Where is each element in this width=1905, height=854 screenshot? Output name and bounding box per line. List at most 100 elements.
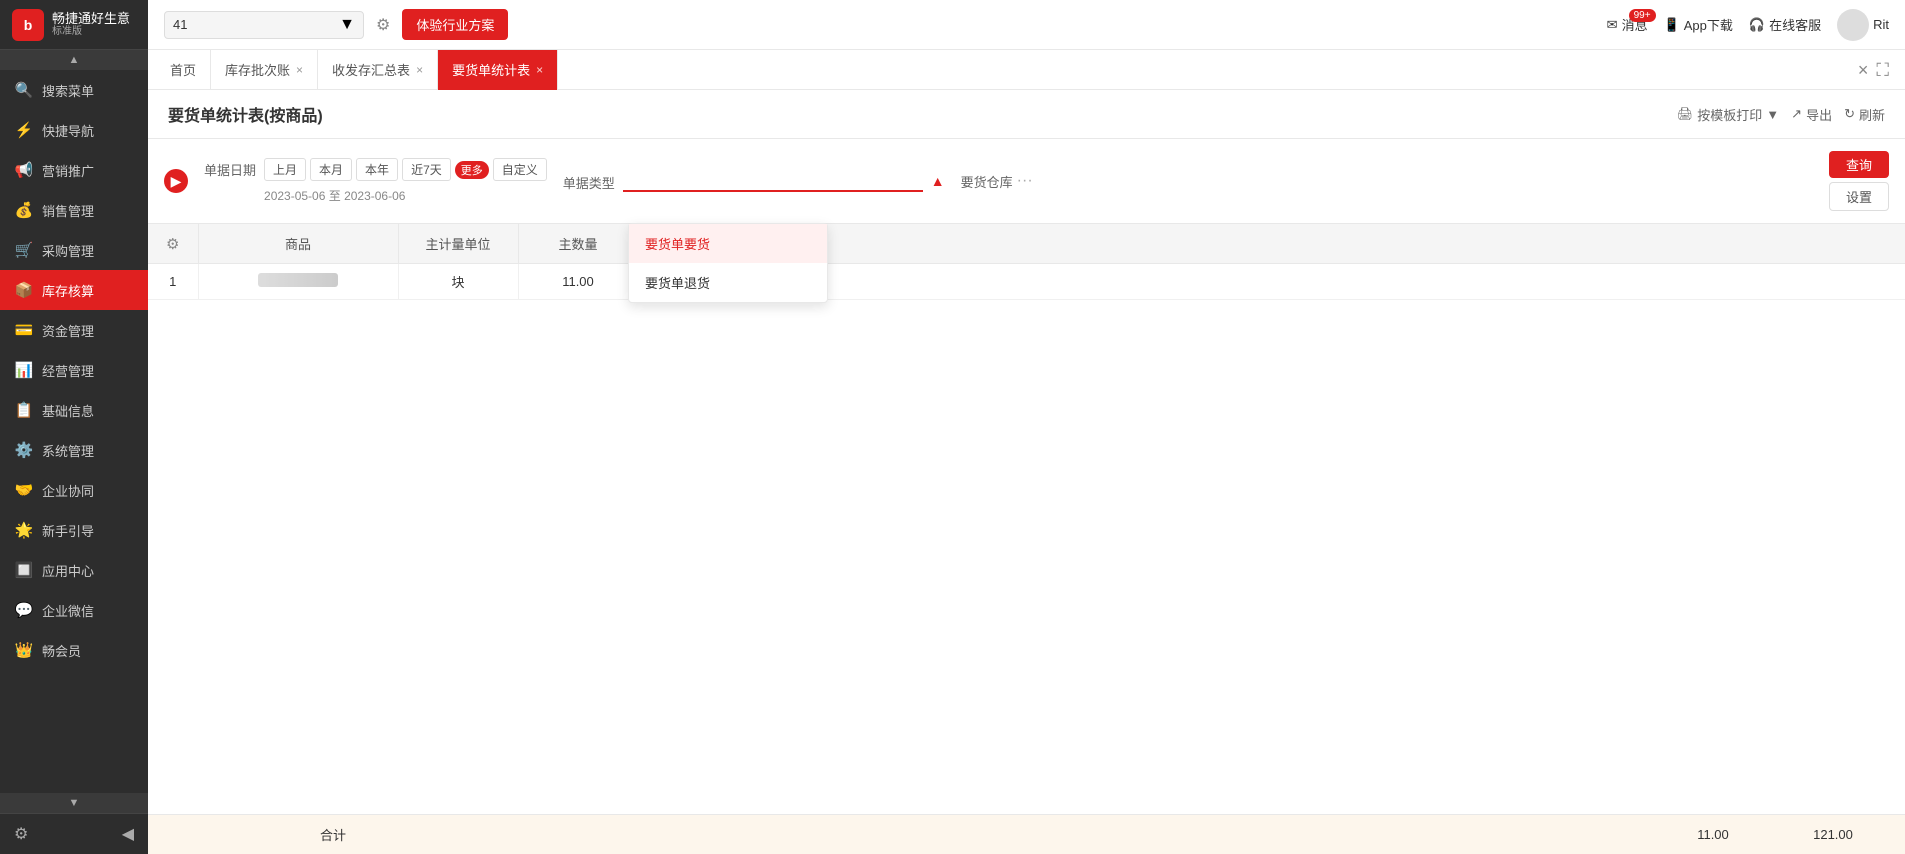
sidebar-item-marketing[interactable]: 📢 营销推广 xyxy=(0,150,148,190)
headset-icon: 🎧 xyxy=(1749,17,1765,33)
sidebar-item-member[interactable]: 👑 畅会员 xyxy=(0,630,148,670)
user-name: Rit xyxy=(1873,17,1889,32)
date-more-btn[interactable]: 更多 xyxy=(455,161,489,179)
settings-btn[interactable]: 设置 xyxy=(1829,182,1889,211)
sidebar-item-shortcut-label: 快捷导航 xyxy=(42,121,94,140)
page-actions: 🖨 按模板打印 ▼ ↗ 导出 ↻ 刷新 xyxy=(1677,105,1885,124)
message-icon: ✉ xyxy=(1607,17,1618,33)
sidebar-item-guide-label: 新手引导 xyxy=(42,521,94,540)
tab-inventory-batch[interactable]: 库存批次账 × xyxy=(211,50,318,90)
col-unit-header: 主计量单位 xyxy=(398,224,518,264)
dropdown-item-order-goods[interactable]: 要货单要货 xyxy=(629,224,827,263)
dropdown-item-order-goods-label: 要货单要货 xyxy=(645,237,710,252)
warehouse-filter-dots[interactable]: ··· xyxy=(1017,172,1033,190)
app-download-btn[interactable]: 📱 App下载 xyxy=(1664,15,1733,34)
tab-receive-summary-close[interactable]: × xyxy=(416,63,423,77)
filter-expand-btn[interactable]: ▶ xyxy=(164,169,188,193)
filter-area: ▶ 单据日期 上月 本月 本年 近7天 更多 自定义 2023-05-06 至 … xyxy=(148,139,1905,224)
tab-home[interactable]: 首页 xyxy=(156,50,211,90)
sidebar-item-sales[interactable]: 💰 销售管理 xyxy=(0,190,148,230)
export-btn[interactable]: ↗ 导出 xyxy=(1791,105,1832,124)
type-filter-input[interactable] xyxy=(623,171,923,192)
sidebar-scroll-up[interactable]: ▲ xyxy=(0,50,148,70)
col-extra-header xyxy=(758,224,1905,264)
date-options-row: 上月 本月 本年 近7天 更多 自定义 xyxy=(264,158,547,181)
page-title: 要货单统计表(按商品) xyxy=(168,102,323,126)
sidebar-item-enterprise[interactable]: 🤝 企业协同 xyxy=(0,470,148,510)
sidebar-item-shortcut[interactable]: ⚡ 快捷导航 xyxy=(0,110,148,150)
refresh-icon: ↻ xyxy=(1844,106,1855,122)
dropdown-item-order-return[interactable]: 要货单退货 xyxy=(629,263,827,302)
print-label: 按模板打印 xyxy=(1697,105,1762,124)
sales-icon: 💰 xyxy=(14,200,34,220)
sidebar-item-wechat[interactable]: 💬 企业微信 xyxy=(0,590,148,630)
sidebar: b 畅捷通好生意 标准版 ▲ 🔍 搜索菜单 ⚡ 快捷导航 📢 营销推广 💰 销售… xyxy=(0,0,148,854)
type-filter-arrow-icon[interactable]: ▲ xyxy=(931,173,945,189)
date-this-month-btn[interactable]: 本月 xyxy=(310,158,352,181)
search-wrap[interactable]: ▼ xyxy=(164,11,364,39)
footer-amount: 121.00 xyxy=(1773,827,1893,842)
sidebar-header: b 畅捷通好生意 标准版 xyxy=(0,0,148,50)
sidebar-item-purchase[interactable]: 🛒 采购管理 xyxy=(0,230,148,270)
user-avatar xyxy=(1837,9,1869,41)
date-this-year-btn[interactable]: 本年 xyxy=(356,158,398,181)
sidebar-item-inventory-label: 库存核算 xyxy=(42,281,94,300)
sidebar-scroll-down[interactable]: ▼ xyxy=(0,793,148,813)
collapse-sidebar-icon[interactable]: ◀ xyxy=(122,824,134,844)
tab-inventory-batch-close[interactable]: × xyxy=(296,63,303,77)
enterprise-icon: 🤝 xyxy=(14,480,34,500)
cell-extra xyxy=(758,264,1905,300)
print-btn[interactable]: 🖨 按模板打印 ▼ xyxy=(1677,105,1779,124)
user-avatar-btn[interactable]: Rit xyxy=(1837,9,1889,41)
sidebar-item-finance-label: 资金管理 xyxy=(42,321,94,340)
tab-receive-summary[interactable]: 收发存汇总表 × xyxy=(318,50,438,90)
query-btn[interactable]: 查询 xyxy=(1829,151,1889,178)
refresh-btn[interactable]: ↻ 刷新 xyxy=(1844,105,1885,124)
date-prev-month-btn[interactable]: 上月 xyxy=(264,158,306,181)
date-custom-btn[interactable]: 自定义 xyxy=(493,158,547,181)
sidebar-item-system[interactable]: ⚙️ 系统管理 xyxy=(0,430,148,470)
cell-qty: 11.00 xyxy=(518,264,638,300)
filter-action-buttons: 查询 设置 xyxy=(1829,151,1889,211)
trial-btn[interactable]: 体验行业方案 xyxy=(402,9,508,40)
online-service-btn[interactable]: 🎧 在线客服 xyxy=(1749,15,1821,34)
tabs-bar: 首页 库存批次账 × 收发存汇总表 × 要货单统计表 × × ⛶ xyxy=(148,50,1905,90)
footer-label: 合计 xyxy=(320,825,346,844)
messages-badge: 99+ xyxy=(1629,9,1656,22)
topbar-search-icon: ▼ xyxy=(339,16,355,34)
sidebar-item-sales-label: 销售管理 xyxy=(42,201,94,220)
sidebar-item-purchase-label: 采购管理 xyxy=(42,241,94,260)
sidebar-item-enterprise-label: 企业协同 xyxy=(42,481,94,500)
topbar-left: ▼ ⚙ 体验行业方案 xyxy=(164,9,508,40)
wechat-icon: 💬 xyxy=(14,600,34,620)
col-gear[interactable]: ⚙ xyxy=(148,224,198,264)
sidebar-item-apps[interactable]: 🔲 应用中心 xyxy=(0,550,148,590)
page-header: 要货单统计表(按商品) 🖨 按模板打印 ▼ ↗ 导出 ↻ 刷新 xyxy=(148,90,1905,139)
sidebar-item-search[interactable]: 🔍 搜索菜单 xyxy=(0,70,148,110)
warehouse-filter-label: 要货仓库 xyxy=(961,172,1013,191)
purchase-icon: 🛒 xyxy=(14,240,34,260)
topbar-search-input[interactable] xyxy=(173,17,333,32)
sidebar-item-operations[interactable]: 📊 经营管理 xyxy=(0,350,148,390)
type-filter-group: 单据类型 ▲ xyxy=(563,171,945,192)
goods-blurred xyxy=(258,273,338,287)
sidebar-item-basic[interactable]: 📋 基础信息 xyxy=(0,390,148,430)
topbar-gear-icon[interactable]: ⚙ xyxy=(376,15,390,35)
sidebar-footer: ⚙ ◀ xyxy=(0,813,148,854)
messages-btn[interactable]: ✉ 消息 99+ xyxy=(1607,15,1648,34)
date-7days-btn[interactable]: 近7天 xyxy=(402,158,451,181)
expand-tabs-btn[interactable]: ⛶ xyxy=(1876,61,1889,79)
sidebar-logo: b xyxy=(12,9,44,41)
settings-footer-icon[interactable]: ⚙ xyxy=(14,824,28,844)
tab-receive-summary-label: 收发存汇总表 xyxy=(332,60,410,79)
sidebar-item-guide[interactable]: 🌟 新手引导 xyxy=(0,510,148,550)
sidebar-item-inventory[interactable]: 📦 库存核算 xyxy=(0,270,148,310)
close-all-tabs-btn[interactable]: × xyxy=(1858,61,1869,79)
cell-goods xyxy=(198,264,398,300)
member-icon: 👑 xyxy=(14,640,34,660)
tab-order-stats-close[interactable]: × xyxy=(536,63,543,77)
tab-order-stats[interactable]: 要货单统计表 × xyxy=(438,50,558,90)
sidebar-item-member-label: 畅会员 xyxy=(42,641,81,660)
search-icon: 🔍 xyxy=(14,80,34,100)
sidebar-item-finance[interactable]: 💳 资金管理 xyxy=(0,310,148,350)
